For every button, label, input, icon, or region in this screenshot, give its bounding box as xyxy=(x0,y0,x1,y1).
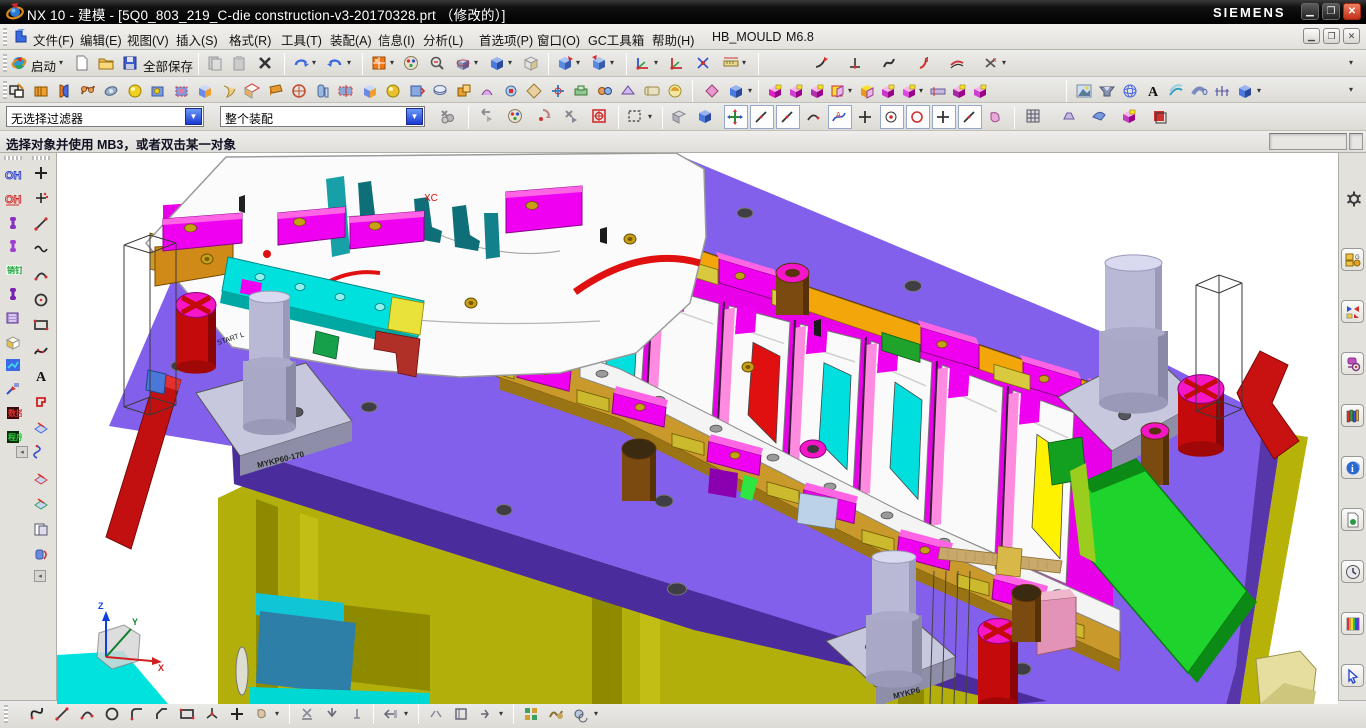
svg-text:销钉: 销钉 xyxy=(7,265,22,275)
svg-text:Y: Y xyxy=(132,617,138,627)
svg-text:OH: OH xyxy=(5,194,22,206)
svg-text:i: i xyxy=(1351,464,1354,475)
svg-text:J: J xyxy=(925,57,929,64)
svg-text:A: A xyxy=(36,370,47,385)
svg-text:数控: 数控 xyxy=(8,408,22,418)
svg-text:G: G xyxy=(1355,255,1360,261)
svg-text:OH: OH xyxy=(5,170,22,182)
svg-text:A: A xyxy=(836,112,841,119)
svg-text:XC: XC xyxy=(424,193,438,204)
svg-text:x: x xyxy=(993,57,997,64)
svg-text:A: A xyxy=(1148,85,1159,100)
svg-text:X: X xyxy=(158,663,164,673)
svg-text:程序: 程序 xyxy=(8,432,22,442)
svg-text:Z: Z xyxy=(98,601,104,611)
